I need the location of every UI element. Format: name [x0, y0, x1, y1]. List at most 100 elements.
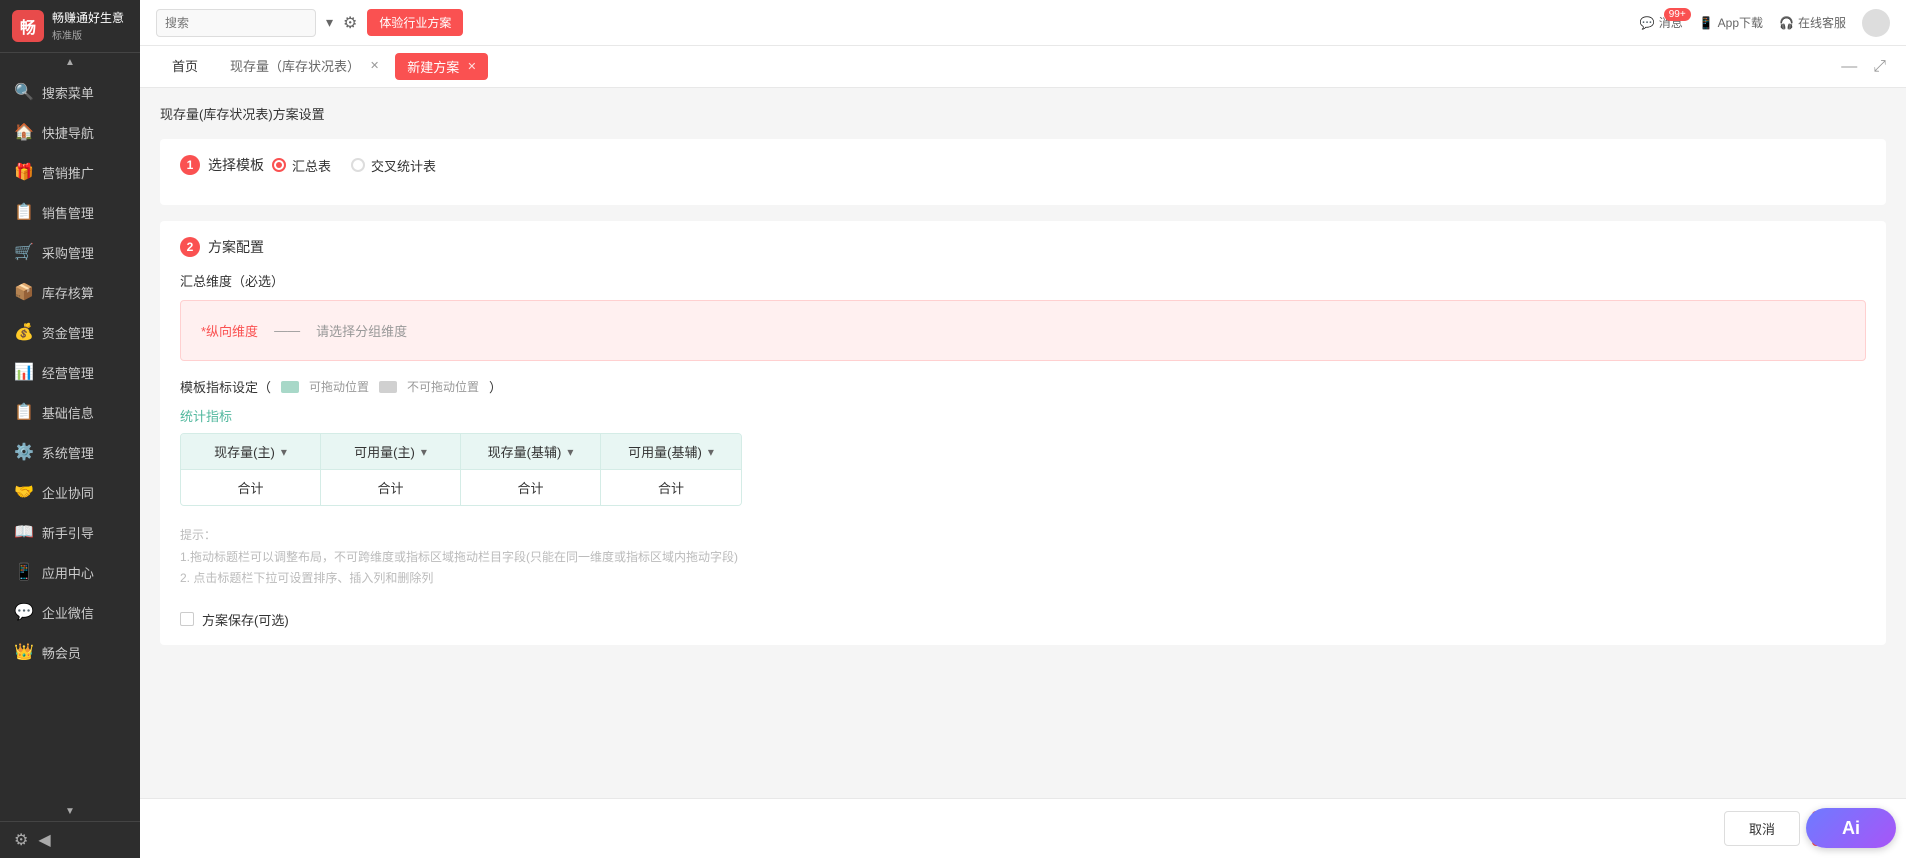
sidebar-item-search-menu[interactable]: 🔍 搜索菜单 [0, 72, 140, 112]
stats-col-2-header[interactable]: 现存量(基辅) ▾ [461, 434, 600, 470]
collapse-icon[interactable]: ◀ [38, 830, 50, 850]
stats-col-2-dropdown-icon[interactable]: ▾ [567, 445, 573, 459]
cooperation-icon: 🤝 [14, 482, 34, 502]
step1-card: 1 选择模板 汇总表 交叉统计表 [160, 139, 1886, 205]
radio-cross[interactable]: 交叉统计表 [351, 156, 436, 175]
stats-col-3-dropdown-icon[interactable]: ▾ [708, 445, 714, 459]
app-center-icon: 📱 [14, 562, 34, 582]
indicator-settings-label: 模板指标设定（ 可拖动位置 不可拖动位置 ） [180, 377, 1866, 396]
stats-col-0-dropdown-icon[interactable]: ▾ [281, 445, 287, 459]
dimension-placeholder: 请选择分组维度 [316, 321, 407, 340]
app-download-btn[interactable]: 📱 App下载 [1699, 14, 1763, 31]
sidebar-item-sales[interactable]: 📋 销售管理 [0, 192, 140, 232]
non-draggable-indicator [379, 381, 397, 393]
sidebar-item-member[interactable]: 👑 畅会员 [0, 632, 140, 672]
search-input[interactable] [156, 9, 316, 37]
sidebar-item-guide[interactable]: 📖 新手引导 [0, 512, 140, 552]
sidebar-item-marketing[interactable]: 🎁 营销推广 [0, 152, 140, 192]
radio-summary-label: 汇总表 [292, 156, 331, 175]
step2-num: 2 [180, 237, 200, 257]
sidebar-item-cooperation[interactable]: 🤝 企业协同 [0, 472, 140, 512]
stats-col-1-body: 合计 [321, 470, 460, 505]
avatar[interactable] [1862, 9, 1890, 37]
tips-title: 提示： [180, 528, 216, 542]
stats-col-0-body: 合计 [181, 470, 320, 505]
topbar-right: 💬 消息 99+ 📱 App下载 🎧 在线客服 [1640, 9, 1890, 37]
cancel-button[interactable]: 取消 [1724, 811, 1800, 846]
tab-expand-icon[interactable]: ⤢ [1869, 54, 1890, 80]
save-option-checkbox[interactable] [180, 612, 194, 626]
service-icon: 🎧 [1779, 16, 1794, 30]
tab-minimize-icon[interactable]: — [1837, 54, 1861, 80]
topbar-dropdown-icon[interactable]: ▾ [326, 14, 333, 31]
dimension-dash: —— [274, 323, 300, 338]
sidebar-item-basic-info[interactable]: 📋 基础信息 [0, 392, 140, 432]
stats-col-0-header[interactable]: 现存量(主) ▾ [181, 434, 320, 470]
sidebar-item-label: 系统管理 [42, 443, 94, 462]
step2-card: 2 方案配置 汇总维度（必选） *纵向维度 —— 请选择分组维度 模板指标设定（… [160, 221, 1886, 645]
sidebar-item-label: 基础信息 [42, 403, 94, 422]
marketing-icon: 🎁 [14, 162, 34, 182]
stats-col-1-header[interactable]: 可用量(主) ▾ [321, 434, 460, 470]
step1-header: 1 选择模板 汇总表 交叉统计表 [180, 155, 1866, 175]
settings-icon[interactable]: ⚙ [14, 830, 28, 850]
sidebar-item-label: 搜索菜单 [42, 83, 94, 102]
sidebar-item-app-center[interactable]: 📱 应用中心 [0, 552, 140, 592]
sidebar-item-purchase[interactable]: 🛒 采购管理 [0, 232, 140, 272]
inventory-icon: 📦 [14, 282, 34, 302]
stats-col-1-dropdown-icon[interactable]: ▾ [421, 445, 427, 459]
non-draggable-desc: 不可拖动位置 [407, 378, 479, 395]
stats-col-3-label: 可用量(基辅) [628, 442, 702, 461]
indicator-close-text: ） [489, 377, 502, 396]
inventory-status-tab-close[interactable]: ✕ [370, 59, 379, 72]
dimension-section-label: 汇总维度（必选） [180, 271, 1866, 290]
service-label: 在线客服 [1798, 14, 1846, 31]
stats-col-3-header[interactable]: 可用量(基辅) ▾ [601, 434, 741, 470]
ai-bubble[interactable]: Ai [1806, 808, 1896, 848]
topbar: ▾ ⚙ 体验行业方案 💬 消息 99+ 📱 App下载 🎧 在线客服 [140, 0, 1906, 46]
stats-col-0-label: 现存量(主) [214, 442, 275, 461]
wechat-icon: 💬 [14, 602, 34, 622]
radio-summary[interactable]: 汇总表 [272, 156, 331, 175]
sidebar-scroll-up[interactable]: ▲ [0, 53, 140, 72]
step1-num: 1 [180, 155, 200, 175]
sidebar-item-label: 营销推广 [42, 163, 94, 182]
quick-nav-icon: 🏠 [14, 122, 34, 142]
trial-btn[interactable]: 体验行业方案 [367, 9, 463, 36]
stats-col-2-body: 合计 [461, 470, 600, 505]
dimension-box[interactable]: *纵向维度 —— 请选择分组维度 [180, 300, 1866, 361]
sidebar-item-wechat[interactable]: 💬 企业微信 [0, 592, 140, 632]
message-btn[interactable]: 💬 消息 99+ [1640, 14, 1683, 31]
stats-col-1-label: 可用量(主) [354, 442, 415, 461]
stats-col-2-label: 现存量(基辅) [488, 442, 562, 461]
new-scheme-tab-close[interactable]: ✕ [467, 60, 476, 73]
tab-home[interactable]: 首页 [156, 46, 214, 87]
guide-icon: 📖 [14, 522, 34, 542]
indicator-label-text: 模板指标设定（ [180, 377, 271, 396]
stats-section-title: 统计指标 [180, 406, 1866, 425]
sidebar-item-inventory[interactable]: 📦 库存核算 [0, 272, 140, 312]
sidebar-item-system[interactable]: ⚙️ 系统管理 [0, 432, 140, 472]
sidebar-item-label: 畅会员 [42, 643, 81, 662]
step2-title: 方案配置 [208, 237, 264, 257]
content-area: 现存量(库存状况表)方案设置 1 选择模板 汇总表 交叉统计表 [140, 88, 1906, 798]
sidebar-item-quick-nav[interactable]: 🏠 快捷导航 [0, 112, 140, 152]
online-service-btn[interactable]: 🎧 在线客服 [1779, 14, 1846, 31]
sidebar-scroll-down[interactable]: ▼ [0, 802, 140, 821]
stats-table: 现存量(主) ▾ 合计 可用量(主) ▾ 合计 [180, 433, 742, 506]
tab-new-scheme[interactable]: 新建方案 ✕ [395, 53, 488, 80]
save-option-label: 方案保存(可选) [202, 610, 289, 629]
sidebar-item-finance[interactable]: 💰 资金管理 [0, 312, 140, 352]
app-edition: 标准版 [52, 27, 124, 42]
system-icon: ⚙️ [14, 442, 34, 462]
tab-inventory-status[interactable]: 现存量（库存状况表） ✕ [214, 46, 395, 87]
message-icon: 💬 [1640, 16, 1655, 30]
radio-cross-circle [351, 158, 365, 172]
sidebar-item-operation[interactable]: 📊 经营管理 [0, 352, 140, 392]
radio-cross-label: 交叉统计表 [371, 156, 436, 175]
page-title: 现存量(库存状况表)方案设置 [160, 104, 1886, 123]
sidebar-item-label: 快捷导航 [42, 123, 94, 142]
app-download-icon: 📱 [1699, 16, 1714, 30]
app-logo-icon: 畅 [12, 10, 44, 42]
topbar-gear-icon[interactable]: ⚙ [343, 13, 357, 33]
